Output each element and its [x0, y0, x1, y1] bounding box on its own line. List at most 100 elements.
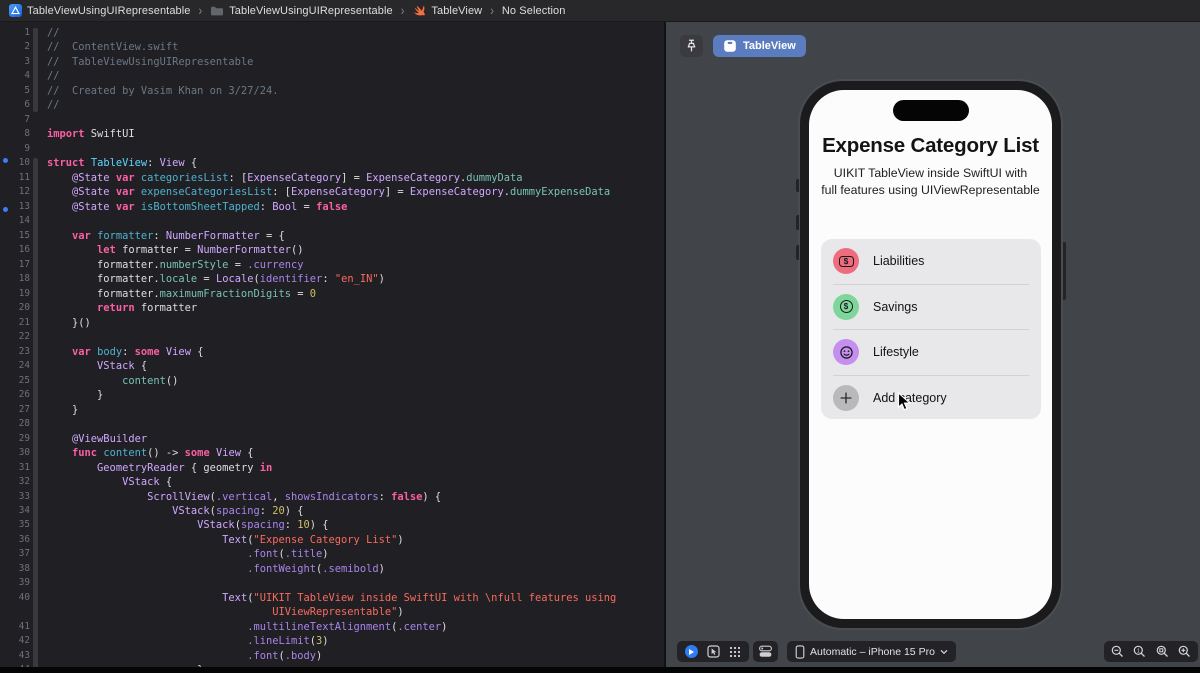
category-label: Lifestyle: [873, 345, 919, 360]
select-cursor-icon: [706, 645, 720, 658]
code-lines: 1 // 2 // ContentView.swift 3 // TableViewUsi…: [0, 26, 664, 673]
dollar-circle-icon: $: [839, 300, 853, 314]
row-savings[interactable]: $ Savings: [821, 285, 1041, 330]
dynamic-island: [892, 100, 969, 121]
code-text: func content() -> some View {: [72, 447, 254, 460]
line-number[interactable]: 9: [0, 142, 30, 156]
line-number[interactable]: 27: [0, 403, 30, 417]
line-number[interactable]: 31: [0, 461, 30, 475]
line-number[interactable]: 10: [0, 156, 30, 170]
row-liabilities[interactable]: $ Liabilities: [821, 239, 1041, 284]
code-editor[interactable]: 1 // 2 // ContentView.swift 3 // TableViewUsi…: [0, 22, 664, 673]
line-number[interactable]: 20: [0, 301, 30, 315]
line-number[interactable]: 25: [0, 374, 30, 388]
line-number[interactable]: 6: [0, 98, 30, 112]
row-lifestyle[interactable]: Lifestyle: [821, 330, 1041, 375]
line-number[interactable]: 40: [0, 591, 30, 605]
code-text: .multilineTextAlignment(.center): [247, 620, 448, 633]
pin-preview-button[interactable]: [680, 35, 703, 57]
code-line: 43 .font(.body): [0, 649, 664, 663]
code-text: //: [47, 27, 60, 39]
zoom-out-button[interactable]: [1108, 643, 1126, 661]
action-button: [795, 179, 799, 192]
line-number[interactable]: 7: [0, 113, 30, 127]
device-picker[interactable]: Automatic – iPhone 15 Pro: [787, 641, 956, 662]
code-line: 29 @ViewBuilder: [0, 432, 664, 446]
line-number[interactable]: 8: [0, 127, 30, 141]
zoom-in-button[interactable]: [1176, 643, 1194, 661]
zoom-fit-button[interactable]: [1153, 643, 1171, 661]
code-line: 19 formatter.maximumFractionDigits = 0: [0, 287, 664, 301]
line-number[interactable]: 3: [0, 55, 30, 69]
code-line: UIViewRepresentable"): [0, 605, 664, 619]
code-line: 38 .fontWeight(.semibold): [0, 562, 664, 576]
line-number[interactable]: 4: [0, 69, 30, 83]
line-number[interactable]: 29: [0, 432, 30, 446]
line-number[interactable]: 30: [0, 446, 30, 460]
line-number[interactable]: 18: [0, 272, 30, 286]
line-number[interactable]: 16: [0, 243, 30, 257]
code-text: content(): [122, 374, 179, 387]
line-number[interactable]: 23: [0, 345, 30, 359]
line-number[interactable]: 41: [0, 620, 30, 634]
line-number[interactable]: 13: [0, 200, 30, 214]
line-number[interactable]: 33: [0, 490, 30, 504]
line-number[interactable]: 17: [0, 258, 30, 272]
live-preview-button[interactable]: [682, 643, 700, 661]
breadcrumb: TableViewUsingUIRepresentable › TableViewU…: [8, 3, 566, 18]
category-label: Liabilities: [873, 254, 925, 269]
line-number[interactable]: 12: [0, 185, 30, 199]
plus-icon: [840, 392, 852, 404]
line-number[interactable]: 19: [0, 287, 30, 301]
breadcrumb-selection[interactable]: No Selection: [502, 5, 566, 17]
code-text: GeometryReader { geometry in: [97, 461, 273, 474]
canvas-device-icon: [723, 39, 737, 53]
code-line: 26 }: [0, 388, 664, 402]
dollar-circle-badge: $: [833, 293, 859, 320]
breadcrumb-project[interactable]: TableViewUsingUIRepresentable: [8, 4, 191, 18]
line-number[interactable]: 42: [0, 634, 30, 648]
line-number[interactable]: 34: [0, 504, 30, 518]
line-number[interactable]: [0, 605, 30, 619]
code-text: @State var expenseCategoriesList: [Expen…: [72, 186, 611, 199]
pane-divider[interactable]: [664, 22, 666, 673]
line-number[interactable]: 15: [0, 229, 30, 243]
line-number[interactable]: 2: [0, 40, 30, 54]
row-add-category[interactable]: Add category: [821, 376, 1041, 419]
line-number[interactable]: 1: [0, 26, 30, 40]
app-subtitle-line2: full features using UIViewRepresentable: [821, 183, 1040, 197]
breadcrumb-separator: ›: [400, 3, 405, 18]
line-number[interactable]: 26: [0, 388, 30, 402]
line-number[interactable]: 11: [0, 171, 30, 185]
line-number[interactable]: 5: [0, 84, 30, 98]
iphone-preview-frame: Expense Category List UIKIT TableView in…: [795, 79, 1066, 630]
bottom-strip: [0, 667, 1200, 673]
code-text: var formatter: NumberFormatter = {: [72, 229, 285, 242]
code-line: 16 let formatter = NumberFormatter(): [0, 243, 664, 257]
selectable-mode-button[interactable]: [704, 643, 722, 661]
banknote-icon: $: [838, 255, 854, 267]
line-number[interactable]: 38: [0, 562, 30, 576]
code-line: 27 }: [0, 403, 664, 417]
line-number[interactable]: 24: [0, 359, 30, 373]
preview-tab-tableview[interactable]: TableView: [713, 35, 806, 57]
line-number[interactable]: 28: [0, 417, 30, 431]
breadcrumb-file[interactable]: TableView: [412, 4, 482, 18]
line-number[interactable]: 37: [0, 547, 30, 561]
category-table: $ Liabilities $ Savings Lifestyle Add categor…: [821, 239, 1041, 419]
line-number[interactable]: 32: [0, 475, 30, 489]
line-number[interactable]: 43: [0, 649, 30, 663]
device-settings-button[interactable]: [753, 641, 778, 662]
line-number[interactable]: 39: [0, 576, 30, 590]
line-number[interactable]: 35: [0, 518, 30, 532]
code-line: 39: [0, 576, 664, 590]
line-number[interactable]: 36: [0, 533, 30, 547]
line-number[interactable]: 21: [0, 316, 30, 330]
zoom-100-button[interactable]: 1: [1131, 643, 1149, 661]
line-number[interactable]: 14: [0, 214, 30, 228]
breadcrumb-group[interactable]: TableViewUsingUIRepresentable: [210, 4, 393, 18]
line-number[interactable]: 22: [0, 330, 30, 344]
code-text: UIViewRepresentable"): [272, 606, 404, 619]
variants-mode-button[interactable]: [726, 643, 744, 661]
code-line: 4 //: [0, 69, 664, 83]
